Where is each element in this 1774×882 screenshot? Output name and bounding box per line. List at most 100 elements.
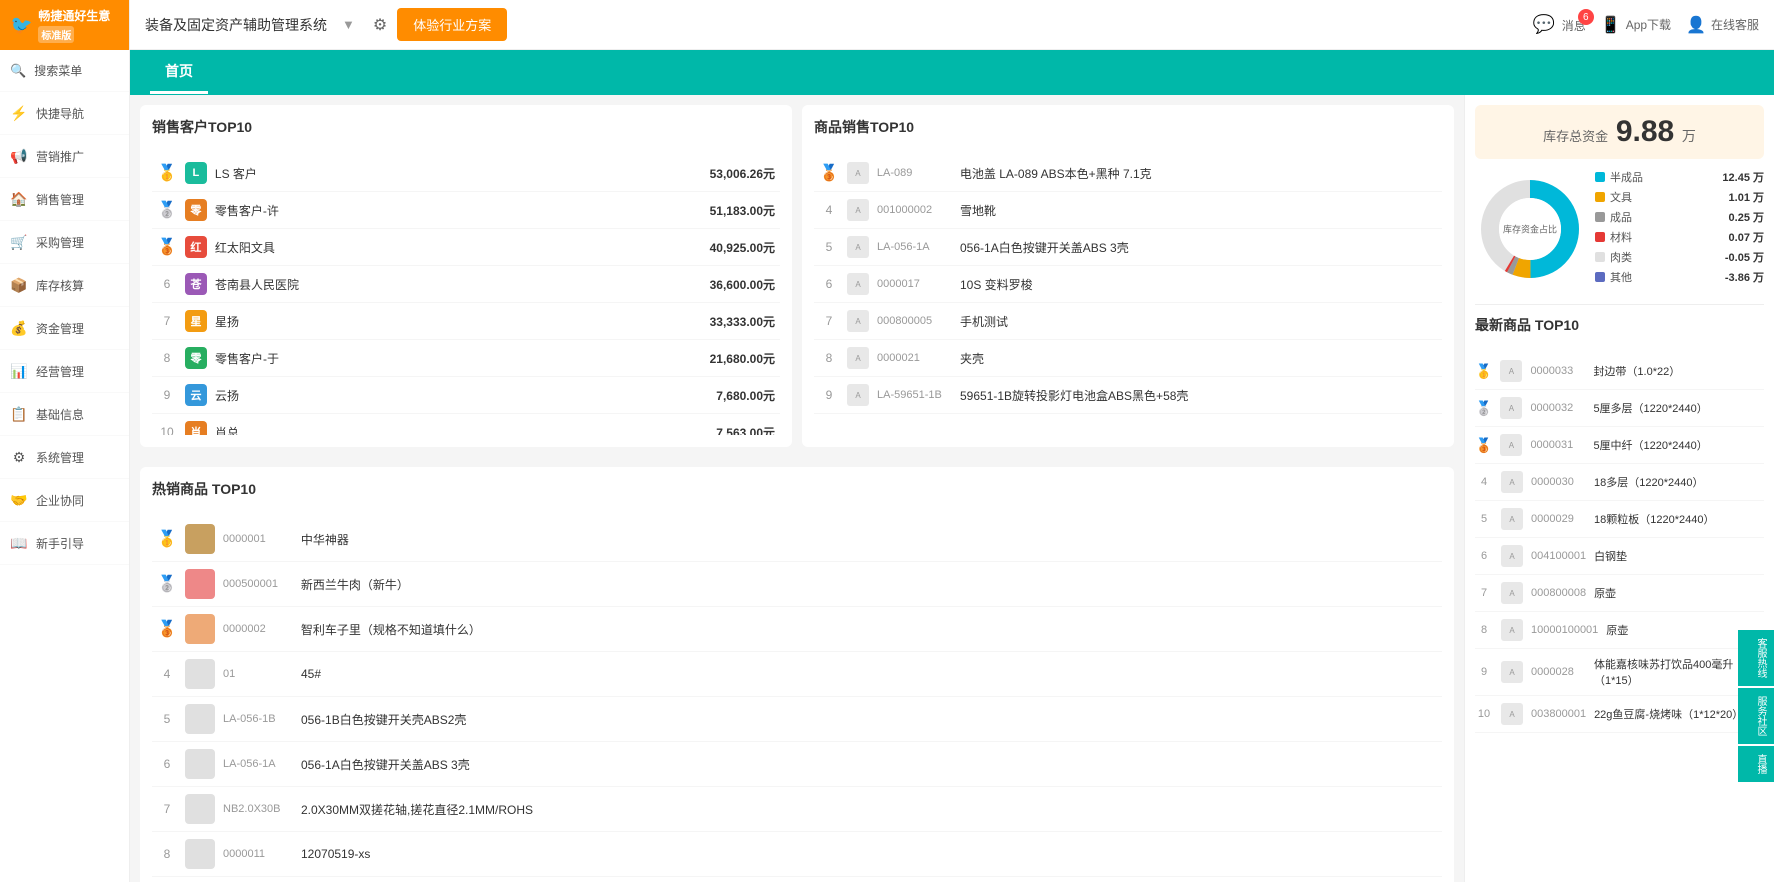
dropdown-icon[interactable]: ▼ (342, 17, 355, 32)
legend-value-6: -3.86 万 (1725, 269, 1764, 285)
system-icon: ⚙ (10, 448, 28, 466)
finance-icon: 💰 (10, 319, 28, 337)
product-ranking-header: 商品销售TOP10 (814, 117, 1442, 147)
latest-products-list: 🥇 A 0000033 封边带（1.0*22） 🥈 A 0000032 5厘多层… (1475, 353, 1764, 733)
page-header: 首页 (130, 50, 1774, 95)
right-panel: 库存总资金 9.88 万 (1464, 95, 1774, 882)
purchase-icon: 🛒 (10, 233, 28, 251)
legend-value-2: 1.01 万 (1729, 189, 1764, 205)
float-btn-live[interactable]: 直播 (1738, 746, 1774, 782)
hot-code-7: NB2.0X30B (223, 803, 293, 815)
hot-product-2: 🥈 000500001 新西兰牛肉（新牛） (152, 562, 1442, 607)
sidebar-item-basic-info[interactable]: 📋 基础信息 (0, 393, 129, 436)
latest-name-4: 18多层（1220*2440） (1594, 474, 1764, 490)
latest-name-7: 原壶 (1594, 585, 1764, 601)
product-rank-row-3: 🥉 A LA-089 电池盖 LA-089 ABS本色+黑种 7.1克 (814, 155, 1442, 192)
float-btn-community[interactable]: 服务社区 (1738, 688, 1774, 744)
quick-nav-icon: ⚡ (10, 104, 28, 122)
online-service-button[interactable]: 👤 在线客服 (1686, 15, 1759, 35)
sidebar-item-marketing[interactable]: 📢 营销推广 (0, 135, 129, 178)
latest-img-10: A (1501, 703, 1523, 725)
latest-rank-6: 6 (1475, 550, 1493, 562)
product-rank-row-8: 8 A 0000021 夹壳 (814, 340, 1442, 377)
system-label: 系统管理 (36, 449, 84, 466)
float-btn-service[interactable]: 客服热线 (1738, 630, 1774, 686)
customer-name-4: 苍南县人民医院 (215, 276, 702, 293)
legend-dot-4 (1595, 232, 1605, 242)
latest-code-8: 10000100001 (1531, 624, 1598, 636)
product-ranking-title: 商品销售TOP10 (814, 117, 914, 137)
gear-button[interactable]: ⚙ (373, 15, 387, 35)
operations-icon: 📊 (10, 362, 28, 380)
hot-products-header: 热销商品 TOP10 (152, 479, 1442, 509)
product-code-9: LA-59651-1B (877, 389, 952, 401)
hot-product-img-8 (185, 839, 215, 869)
latest-code-10: 003800001 (1531, 708, 1586, 720)
topbar: 装备及固定资产辅助管理系统 ▼ ⚙ 体验行业方案 💬 6 消息 📱 App下载 … (130, 0, 1774, 50)
latest-code-9: 0000028 (1531, 666, 1586, 678)
sidebar-item-finance[interactable]: 💰 资金管理 (0, 307, 129, 350)
latest-name-3: 5厘中纤（1220*2440） (1593, 437, 1764, 453)
medal-3: 🥉 (157, 237, 177, 257)
product-rank-row-7: 7 A 000800005 手机测试 (814, 303, 1442, 340)
product-img-7: A (847, 310, 869, 332)
latest-name-2: 5厘多层（1220*2440） (1593, 400, 1764, 416)
latest-rank-4: 4 (1475, 476, 1493, 488)
finance-label: 资金管理 (36, 320, 84, 337)
hot-code-2: 000500001 (223, 578, 293, 590)
sidebar-item-operations[interactable]: 📊 经营管理 (0, 350, 129, 393)
product-medal-3: 🥉 (819, 163, 839, 183)
app-download-button[interactable]: 📱 App下载 (1601, 15, 1671, 35)
sidebar-item-sales[interactable]: 🏠 销售管理 (0, 178, 129, 221)
hot-medal-2: 🥈 (157, 574, 177, 594)
experience-button[interactable]: 体验行业方案 (397, 8, 507, 41)
content: 销售客户TOP10 🥇 L LS 客户 53,006.26元 🥈 零 (130, 95, 1774, 882)
product-ranking-list: 🥉 A LA-089 电池盖 LA-089 ABS本色+黑种 7.1克 4 A … (814, 155, 1442, 414)
latest-medal-3: 🥉 (1475, 437, 1492, 454)
hot-name-3: 智利车子里（规格不知道填什么） (301, 621, 1437, 638)
hot-product-img-1 (185, 524, 215, 554)
legend-value-1: 12.45 万 (1722, 169, 1764, 185)
legend-value-4: 0.07 万 (1729, 229, 1764, 245)
legend-item-2: 文具 1.01 万 (1595, 189, 1764, 205)
logo-badge: 标准版 (38, 26, 74, 43)
hot-product-5: 5 LA-056-1B 056-1B白色按键开关壳ABS2壳 (152, 697, 1442, 742)
search-menu[interactable]: 🔍 搜索菜单 (0, 50, 129, 92)
sidebar-item-purchase[interactable]: 🛒 采购管理 (0, 221, 129, 264)
inventory-legend: 半成品 12.45 万 文具 1.01 万 成品 0.25 万 (1595, 169, 1764, 289)
sidebar-item-inventory[interactable]: 📦 库存核算 (0, 264, 129, 307)
customer-row-6: 8 零 零售客户-于 21,680.00元 (152, 340, 780, 377)
product-rank-5: 5 (819, 240, 839, 254)
customer-badge-3: 红 (185, 236, 207, 258)
hot-medal-1: 🥇 (157, 529, 177, 549)
legend-name-6: 其他 (1610, 269, 1725, 285)
hot-code-8: 0000011 (223, 848, 293, 860)
customer-badge-4: 苍 (185, 273, 207, 295)
sidebar-item-quick-nav[interactable]: ⚡ 快捷导航 (0, 92, 129, 135)
latest-code-2: 0000032 (1530, 402, 1585, 414)
latest-img-1: A (1500, 360, 1522, 382)
latest-rank-9: 9 (1475, 666, 1493, 678)
customer-row-3: 🥉 红 红太阳文具 40,925.00元 (152, 229, 780, 266)
product-rank-6: 6 (819, 277, 839, 291)
hot-code-6: LA-056-1A (223, 758, 293, 770)
sidebar-item-guide[interactable]: 📖 新手引导 (0, 522, 129, 565)
hot-rank-4: 4 (157, 667, 177, 681)
tab-home[interactable]: 首页 (150, 51, 208, 94)
sidebar-item-cooperation[interactable]: 🤝 企业协同 (0, 479, 129, 522)
legend-dot-5 (1595, 252, 1605, 262)
product-ranking-card: 商品销售TOP10 🥉 A LA-089 电池盖 LA-089 ABS本色+黑种… (802, 105, 1454, 447)
hot-name-8: 12070519-xs (301, 847, 1437, 861)
product-img-5: A (847, 236, 869, 258)
product-name-9: 59651-1B旋转投影灯电池盒ABS黑色+58壳 (960, 387, 1437, 404)
operations-label: 经营管理 (36, 363, 84, 380)
latest-product-2: 🥈 A 0000032 5厘多层（1220*2440） (1475, 390, 1764, 427)
hot-code-1: 0000001 (223, 533, 293, 545)
latest-product-8: 8 A 10000100001 原壶 (1475, 612, 1764, 649)
notification-button[interactable]: 💬 6 消息 (1533, 14, 1586, 35)
sidebar-item-system[interactable]: ⚙ 系统管理 (0, 436, 129, 479)
latest-rank-7: 7 (1475, 587, 1493, 599)
hot-product-img-6 (185, 749, 215, 779)
legend-name-1: 半成品 (1610, 169, 1722, 185)
hot-code-3: 0000002 (223, 623, 293, 635)
